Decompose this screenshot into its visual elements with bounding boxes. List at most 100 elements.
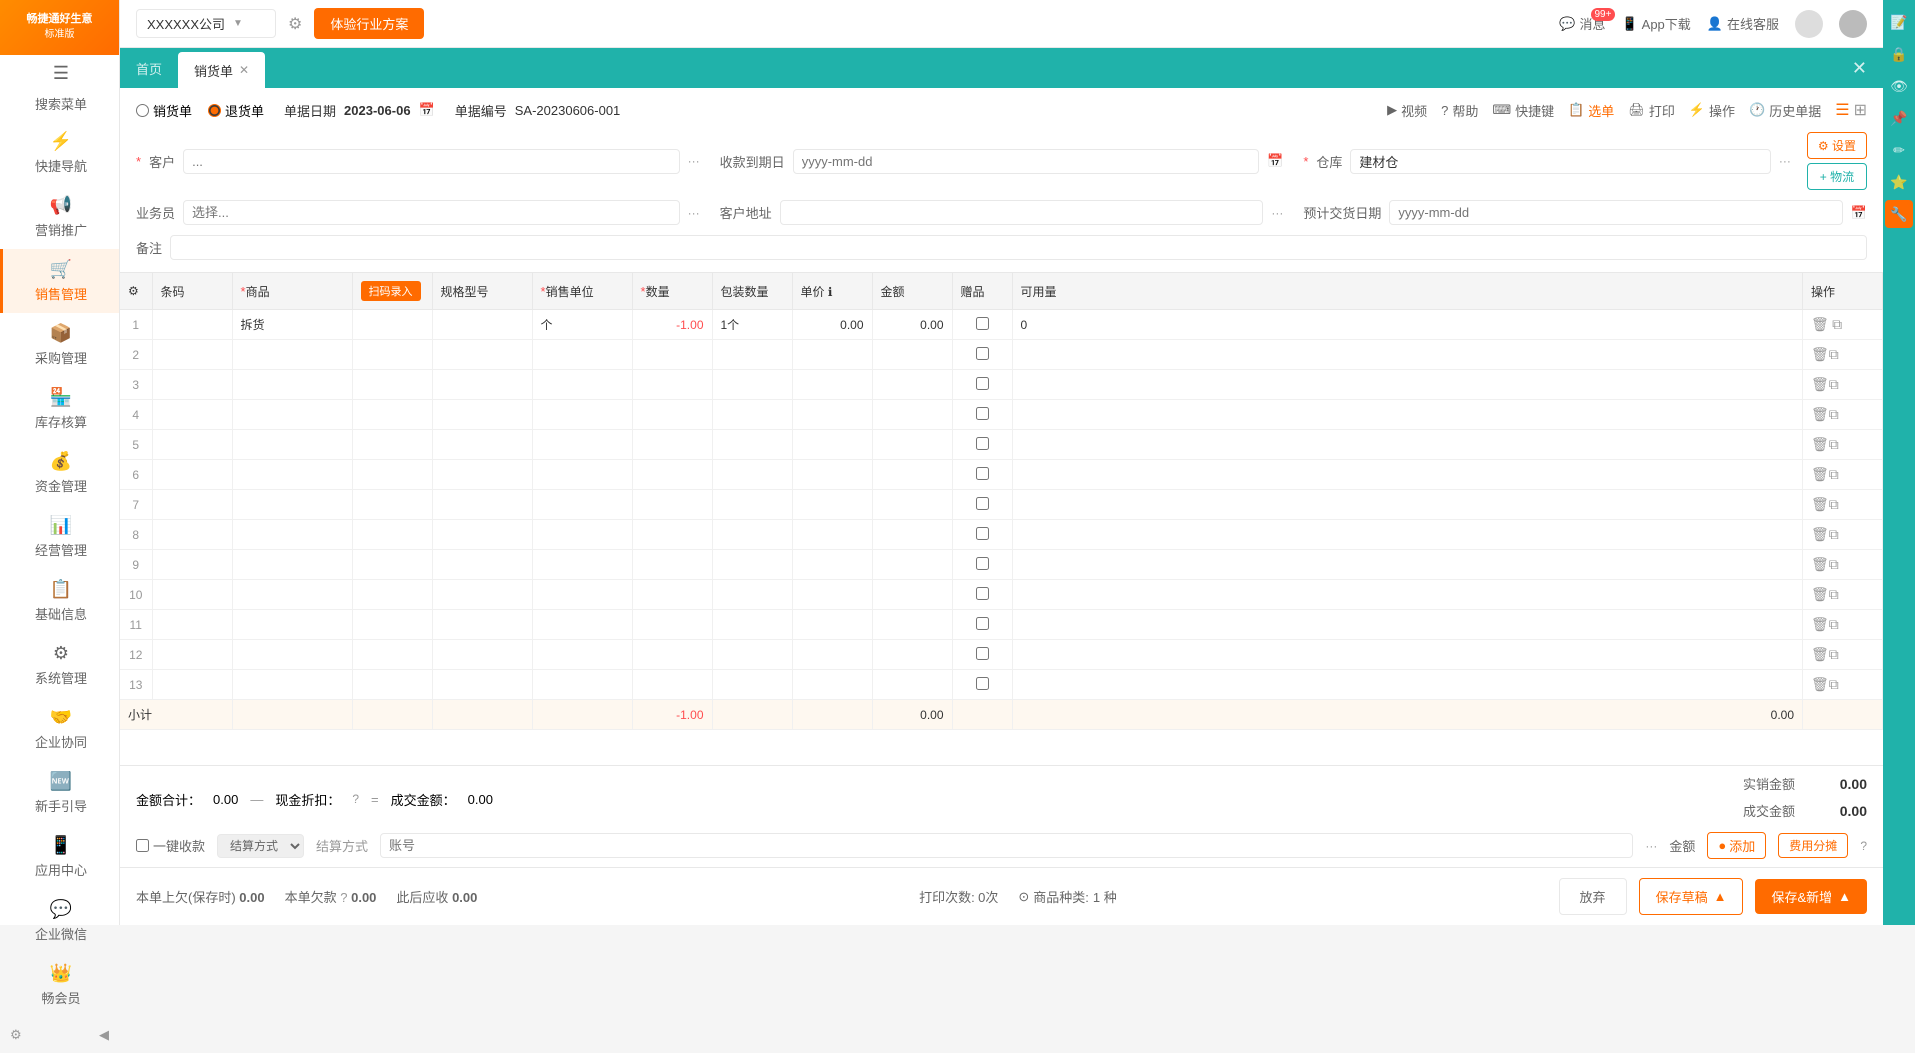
- copy-row-11[interactable]: ⧉: [1829, 616, 1839, 632]
- sidebar-item-inventory[interactable]: 🏪 库存核算: [0, 377, 119, 441]
- customer-addr-more-btn[interactable]: ···: [1271, 206, 1283, 220]
- amount-1[interactable]: 0.00: [872, 310, 952, 340]
- qty-1[interactable]: -1.00: [632, 310, 712, 340]
- one-click-pay-checkbox[interactable]: 一键收款: [136, 836, 205, 855]
- right-icon-3[interactable]: 👁: [1885, 72, 1913, 100]
- delete-row-13[interactable]: 🗑: [1811, 676, 1829, 692]
- gift-checkbox-5[interactable]: [976, 437, 989, 450]
- save-new-button[interactable]: 保存&新增 ▲: [1755, 879, 1867, 914]
- user-avatar2[interactable]: [1839, 10, 1867, 38]
- history-btn[interactable]: 🕐 历史单据: [1749, 101, 1821, 120]
- tabbar-close-button[interactable]: ✕: [1836, 58, 1883, 79]
- app-download-button[interactable]: 📱 App下载: [1621, 14, 1690, 33]
- delete-row-8[interactable]: 🗑: [1811, 526, 1829, 542]
- salesperson-input[interactable]: [183, 200, 680, 225]
- expense-help-icon[interactable]: ?: [1860, 839, 1867, 853]
- right-icon-6[interactable]: ⭐: [1885, 168, 1913, 196]
- sale-order-radio[interactable]: 销货单: [136, 101, 192, 120]
- help-btn[interactable]: ? 帮助: [1441, 101, 1478, 120]
- gift-1[interactable]: [952, 310, 1012, 340]
- sidebar-item-wechat[interactable]: 💬 企业微信: [0, 889, 119, 953]
- delete-row-2[interactable]: 🗑: [1811, 346, 1829, 362]
- expense-split-btn[interactable]: 费用分摊: [1778, 833, 1848, 858]
- remarks-input[interactable]: [170, 235, 1867, 260]
- video-btn[interactable]: ▶ 视频: [1387, 101, 1427, 120]
- gift-checkbox-3[interactable]: [976, 377, 989, 390]
- shortcut-btn[interactable]: ⌨ 快捷键: [1492, 101, 1554, 120]
- gift-checkbox-8[interactable]: [976, 527, 989, 540]
- total-owed-info[interactable]: ?: [340, 890, 347, 905]
- warehouse-more-btn[interactable]: ···: [1779, 154, 1791, 168]
- sidebar-item-appstore[interactable]: 📱 应用中心: [0, 825, 119, 889]
- customer-more-btn[interactable]: ···: [688, 154, 700, 168]
- sidebar-settings-icon[interactable]: ⚙: [10, 1027, 22, 1043]
- due-date-input[interactable]: [793, 149, 1259, 174]
- list-view-icon[interactable]: ☰: [1835, 100, 1849, 120]
- delete-row-9[interactable]: 🗑: [1811, 556, 1829, 572]
- gift-checkbox-1[interactable]: [976, 317, 989, 330]
- due-date-picker-icon[interactable]: 📅: [1267, 153, 1283, 169]
- right-icon-7[interactable]: 🔧: [1885, 200, 1913, 228]
- delete-row-10[interactable]: 🗑: [1811, 586, 1829, 602]
- sidebar-item-purchase[interactable]: 📦 采购管理: [0, 313, 119, 377]
- online-service-button[interactable]: 👤 在线客服: [1707, 14, 1779, 33]
- bank-account-input[interactable]: [380, 833, 1633, 858]
- sidebar-item-quicknav[interactable]: ⚡ 快捷导航: [0, 121, 119, 185]
- copy-row-1[interactable]: ⧉: [1832, 316, 1842, 332]
- copy-row-8[interactable]: ⧉: [1829, 526, 1839, 542]
- gift-checkbox-10[interactable]: [976, 587, 989, 600]
- copy-row-5[interactable]: ⧉: [1829, 436, 1839, 452]
- gift-checkbox-6[interactable]: [976, 467, 989, 480]
- sidebar-item-guide[interactable]: 🆕 新手引导: [0, 761, 119, 825]
- price-1[interactable]: 0.00: [792, 310, 872, 340]
- add-payment-btn[interactable]: ● 添加: [1707, 832, 1766, 859]
- customer-input[interactable]: [183, 149, 680, 174]
- scan-input-btn[interactable]: 扫码录入: [361, 281, 421, 301]
- delete-row-7[interactable]: 🗑: [1811, 496, 1829, 512]
- sidebar-item-business[interactable]: 📊 经营管理: [0, 505, 119, 569]
- spec-extra-1[interactable]: [432, 310, 532, 340]
- sidebar-item-basic[interactable]: 📋 基础信息: [0, 569, 119, 633]
- gift-checkbox-2[interactable]: [976, 347, 989, 360]
- expected-date-input[interactable]: [1389, 200, 1842, 225]
- logistics-button[interactable]: + 物流: [1807, 163, 1867, 190]
- sidebar-item-system[interactable]: ⚙ 系统管理: [0, 633, 119, 697]
- copy-row-7[interactable]: ⧉: [1829, 496, 1839, 512]
- col-settings[interactable]: ⚙: [120, 273, 152, 310]
- delete-row-3[interactable]: 🗑: [1811, 376, 1829, 392]
- print-btn[interactable]: 🖨 打印: [1628, 101, 1675, 120]
- select-btn[interactable]: 📋 选单: [1568, 101, 1614, 120]
- tab-close-icon[interactable]: ✕: [239, 63, 249, 77]
- copy-row-2[interactable]: ⧉: [1829, 346, 1839, 362]
- save-draft-button[interactable]: 保存草稿 ▲: [1639, 878, 1744, 915]
- copy-row-4[interactable]: ⧉: [1829, 406, 1839, 422]
- sidebar-item-finance[interactable]: 💰 资金管理: [0, 441, 119, 505]
- right-icon-2[interactable]: 🔒: [1885, 40, 1913, 68]
- settle-method-select[interactable]: 结算方式: [217, 834, 304, 858]
- barcode-1[interactable]: [152, 310, 232, 340]
- grid-view-icon[interactable]: ⊞: [1854, 100, 1867, 120]
- bank-more-btn[interactable]: ···: [1645, 839, 1657, 853]
- copy-row-3[interactable]: ⧉: [1829, 376, 1839, 392]
- spec-1[interactable]: [352, 310, 432, 340]
- messages-button[interactable]: 💬 消息 99+: [1559, 14, 1605, 33]
- delete-row-1[interactable]: 🗑: [1811, 316, 1829, 332]
- right-icon-4[interactable]: 📌: [1885, 104, 1913, 132]
- sidebar-collapse-icon[interactable]: ◀: [99, 1027, 109, 1043]
- user-avatar[interactable]: [1795, 10, 1823, 38]
- col-scan-btn[interactable]: 扫码录入: [352, 273, 432, 310]
- gift-checkbox-13[interactable]: [976, 677, 989, 690]
- date-picker-icon[interactable]: 📅: [419, 102, 435, 118]
- copy-row-10[interactable]: ⧉: [1829, 586, 1839, 602]
- tab-sale-order[interactable]: 销货单 ✕: [178, 52, 265, 88]
- company-selector[interactable]: XXXXXX公司 ▼: [136, 9, 276, 38]
- salesperson-more-btn[interactable]: ···: [688, 206, 700, 220]
- gift-checkbox-7[interactable]: [976, 497, 989, 510]
- abandon-button[interactable]: 放弃: [1559, 878, 1627, 915]
- operate-btn[interactable]: ⚡ 操作: [1689, 101, 1735, 120]
- delete-row-12[interactable]: 🗑: [1811, 646, 1829, 662]
- gift-checkbox-12[interactable]: [976, 647, 989, 660]
- sidebar-item-search[interactable]: ☰ 搜索菜单: [0, 55, 119, 121]
- pkg-qty-1[interactable]: 1个: [712, 310, 792, 340]
- expected-date-picker-icon[interactable]: 📅: [1851, 205, 1867, 221]
